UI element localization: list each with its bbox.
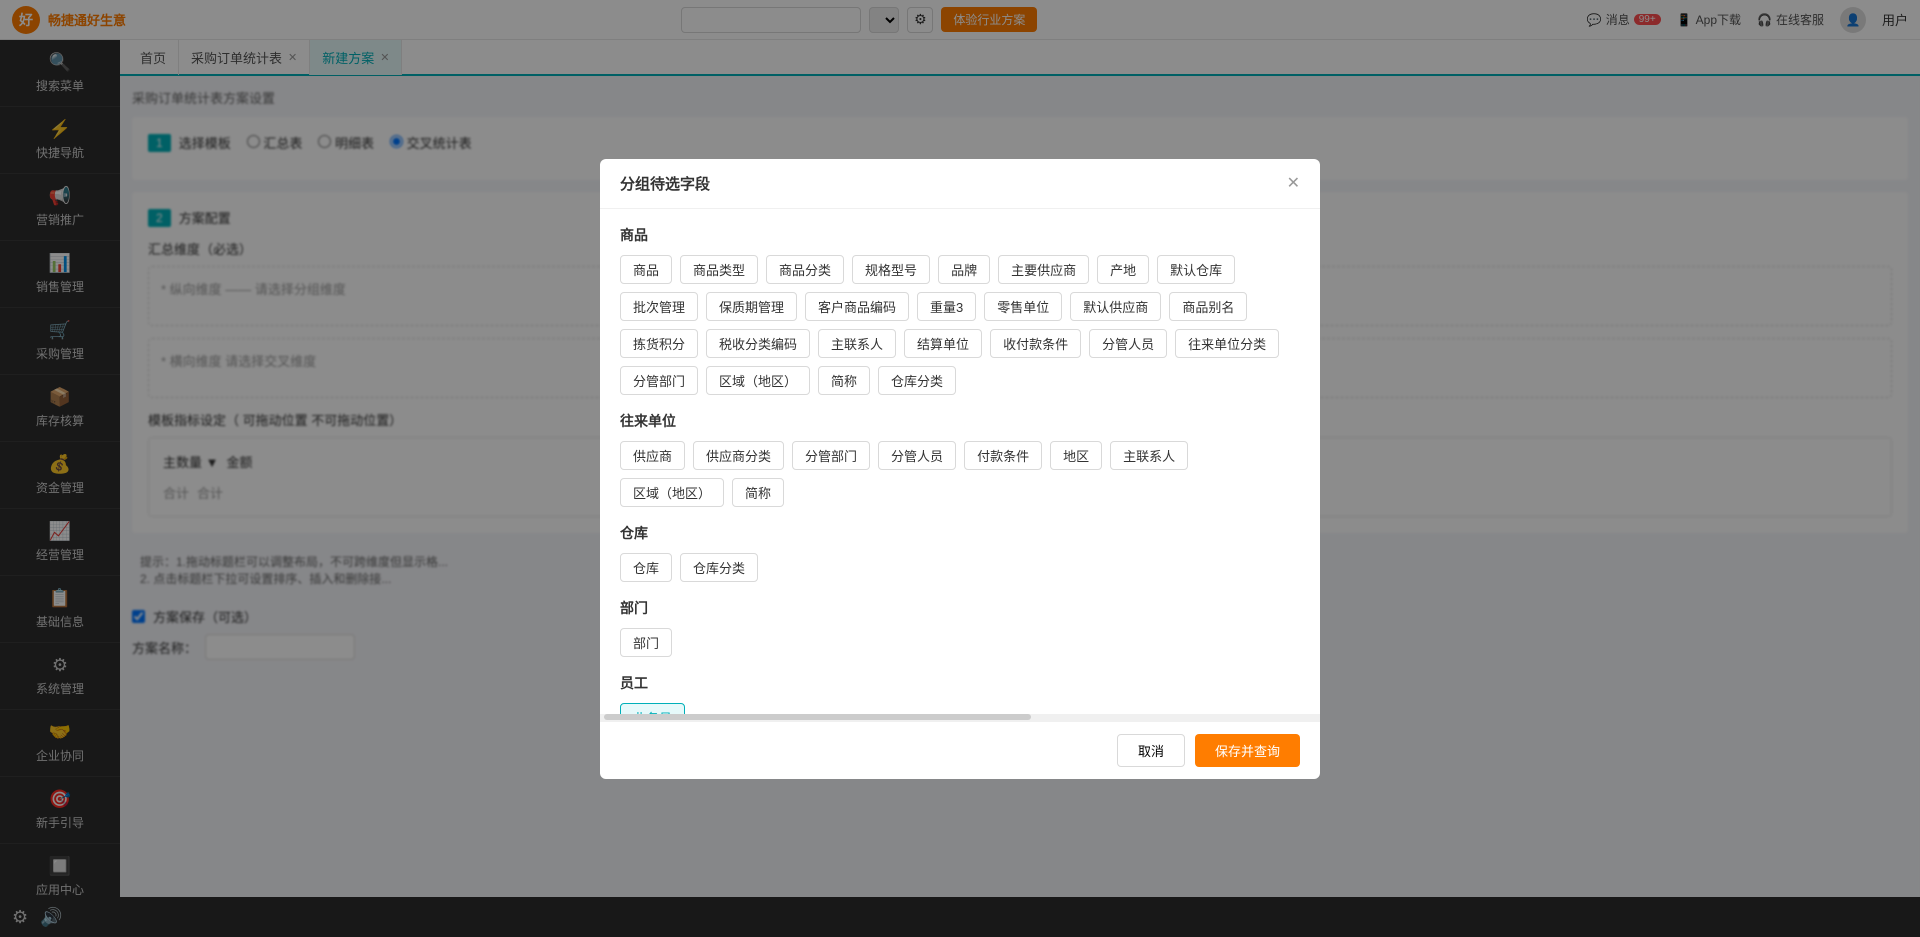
field-tags-员工: 业务员 [620, 703, 1300, 715]
field-tag[interactable]: 商品类型 [680, 255, 758, 284]
field-tag[interactable]: 商品 [620, 255, 672, 284]
section-title-部门: 部门 [620, 598, 1300, 618]
field-tag[interactable]: 分管人员 [878, 441, 956, 470]
field-tags-部门: 部门 [620, 628, 1300, 657]
field-tag[interactable]: 产地 [1097, 255, 1149, 284]
field-tag[interactable]: 简称 [732, 478, 784, 507]
field-tag[interactable]: 供应商 [620, 441, 685, 470]
cancel-button[interactable]: 取消 [1117, 734, 1185, 767]
field-tag[interactable]: 商品别名 [1169, 292, 1247, 321]
field-tag[interactable]: 区域（地区） [706, 366, 810, 395]
field-tag[interactable]: 收付款条件 [990, 329, 1081, 358]
modal-title: 分组待选字段 [620, 173, 710, 194]
field-tag[interactable]: 业务员 [620, 703, 685, 715]
field-tag[interactable]: 主联系人 [818, 329, 896, 358]
field-tag[interactable]: 重量3 [917, 292, 976, 321]
field-tag[interactable]: 客户商品编码 [805, 292, 909, 321]
field-tag[interactable]: 仓库 [620, 553, 672, 582]
field-tags-仓库: 仓库仓库分类 [620, 553, 1300, 582]
field-tag[interactable]: 地区 [1050, 441, 1102, 470]
field-tag[interactable]: 供应商分类 [693, 441, 784, 470]
confirm-button[interactable]: 保存并查询 [1195, 734, 1300, 767]
field-tag[interactable]: 主联系人 [1110, 441, 1188, 470]
field-tag[interactable]: 默认仓库 [1157, 255, 1235, 284]
field-tag[interactable]: 税收分类编码 [706, 329, 810, 358]
field-tag[interactable]: 零售单位 [984, 292, 1062, 321]
modal-footer: 取消 保存并查询 [600, 721, 1320, 779]
field-tag[interactable]: 仓库分类 [878, 366, 956, 395]
field-tag[interactable]: 往来单位分类 [1175, 329, 1279, 358]
field-tag[interactable]: 批次管理 [620, 292, 698, 321]
field-tag[interactable]: 品牌 [938, 255, 990, 284]
field-tag[interactable]: 结算单位 [904, 329, 982, 358]
modal-close-button[interactable]: ✕ [1287, 173, 1300, 193]
field-tag[interactable]: 分管部门 [792, 441, 870, 470]
modal-body: 商品商品商品类型商品分类规格型号品牌主要供应商产地默认仓库批次管理保质期管理客户… [600, 209, 1320, 715]
modal-scroll-thumb [604, 714, 1031, 720]
field-tags-商品: 商品商品类型商品分类规格型号品牌主要供应商产地默认仓库批次管理保质期管理客户商品… [620, 255, 1300, 395]
field-tag[interactable]: 简称 [818, 366, 870, 395]
field-tag[interactable]: 仓库分类 [680, 553, 758, 582]
field-tag[interactable]: 分管部门 [620, 366, 698, 395]
section-title-仓库: 仓库 [620, 523, 1300, 543]
field-select-modal: 分组待选字段 ✕ 商品商品商品类型商品分类规格型号品牌主要供应商产地默认仓库批次… [600, 159, 1320, 779]
section-title-商品: 商品 [620, 225, 1300, 245]
field-tag[interactable]: 主要供应商 [998, 255, 1089, 284]
field-tag[interactable]: 保质期管理 [706, 292, 797, 321]
field-tag[interactable]: 分管人员 [1089, 329, 1167, 358]
field-tag[interactable]: 商品分类 [766, 255, 844, 284]
field-tags-往来单位: 供应商供应商分类分管部门分管人员付款条件地区主联系人区域（地区） 简称 [620, 441, 1300, 507]
field-tag[interactable]: 拣货积分 [620, 329, 698, 358]
field-tag[interactable]: 规格型号 [852, 255, 930, 284]
modal-overlay: 分组待选字段 ✕ 商品商品商品类型商品分类规格型号品牌主要供应商产地默认仓库批次… [0, 0, 1920, 937]
field-tag[interactable]: 区域（地区） [620, 478, 724, 507]
field-tag[interactable]: 付款条件 [964, 441, 1042, 470]
field-tag[interactable]: 默认供应商 [1070, 292, 1161, 321]
section-title-员工: 员工 [620, 673, 1300, 693]
field-tag[interactable]: 部门 [620, 628, 672, 657]
modal-header: 分组待选字段 ✕ [600, 159, 1320, 209]
section-title-往来单位: 往来单位 [620, 411, 1300, 431]
